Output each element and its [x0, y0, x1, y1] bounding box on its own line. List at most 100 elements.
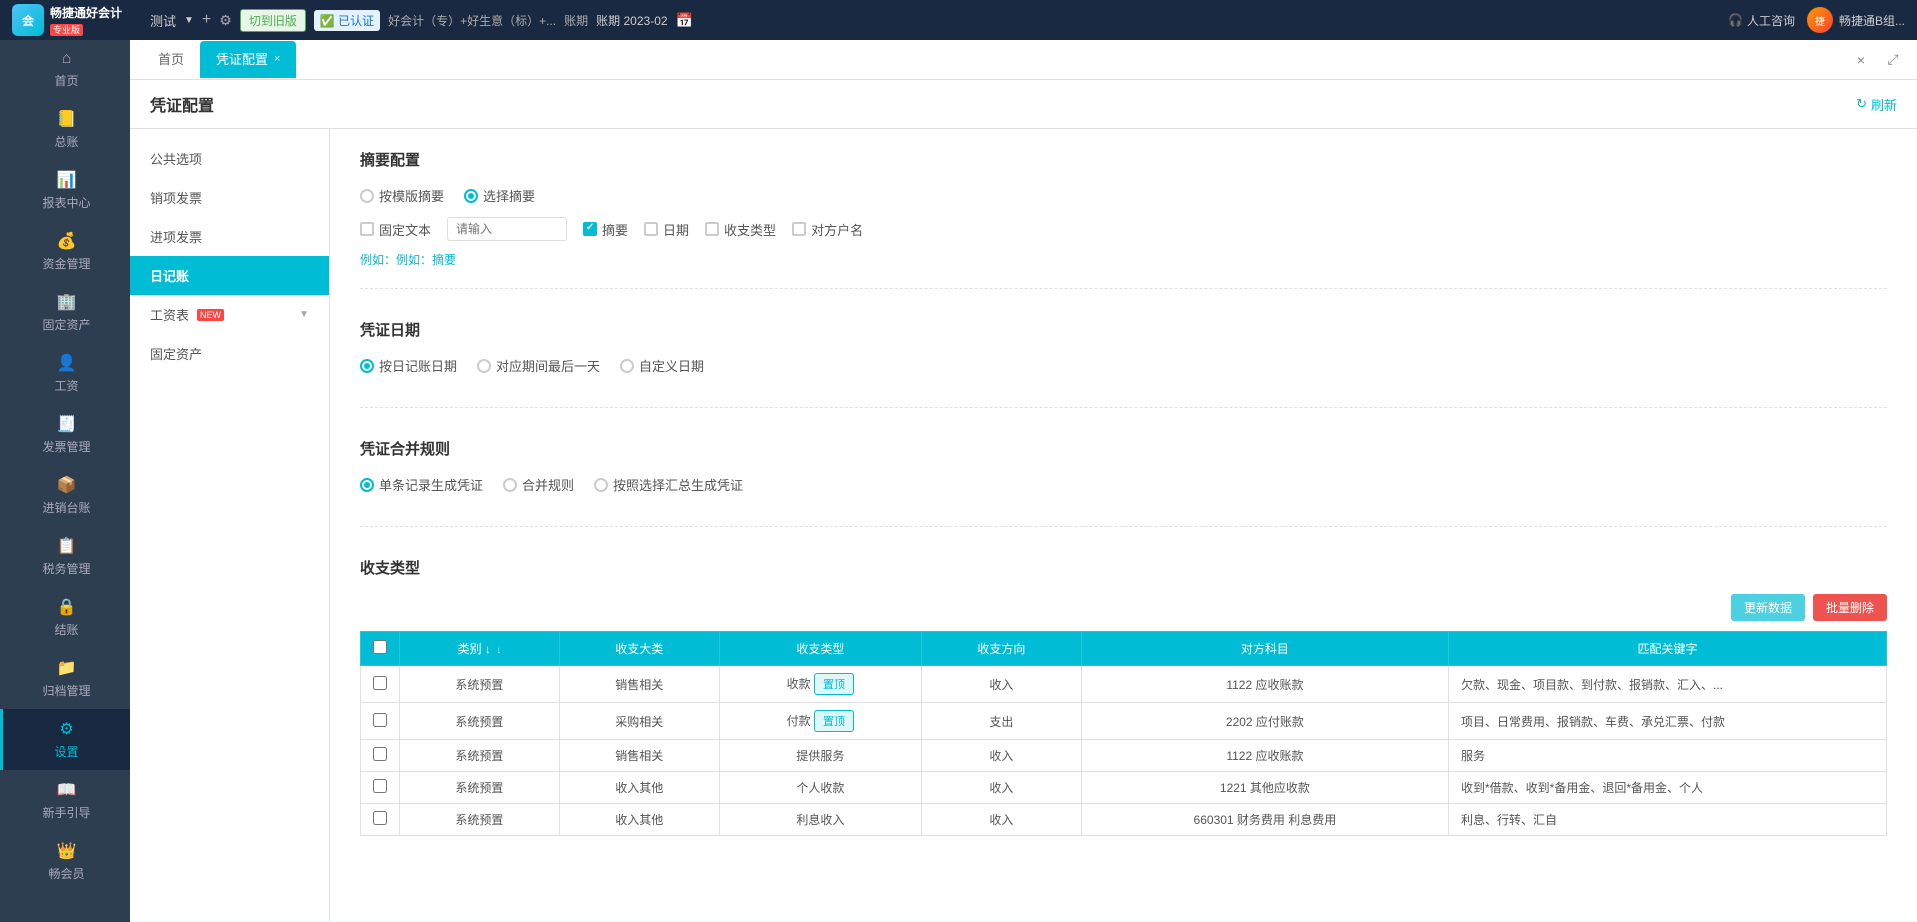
tab-home[interactable]: 首页 — [142, 41, 200, 78]
row-checkbox-0[interactable] — [373, 676, 387, 690]
sidebar-item-ledger[interactable]: 📒 总账 — [0, 99, 130, 160]
select-all-checkbox[interactable] — [373, 640, 387, 654]
sidebar-item-archive[interactable]: 📁 归档管理 — [0, 648, 130, 709]
left-nav-item-journal[interactable]: 日记账 — [130, 256, 329, 295]
col-category: 类别 ↓ ↓ — [400, 632, 560, 666]
settings-icon[interactable]: ⚙ — [219, 12, 232, 29]
merge-rule-section: 凭证合并规则 单条记录生成凭证 合并规则 — [360, 438, 1887, 527]
switch-version-button[interactable]: 切到旧版 — [240, 9, 306, 32]
sidebar-item-settings[interactable]: ⚙ 设置 — [0, 709, 130, 770]
checkbox-income-type[interactable]: 收支类型 — [705, 220, 776, 239]
refresh-icon: ↻ — [1856, 96, 1867, 112]
checkbox-date[interactable]: 日期 — [644, 220, 689, 239]
row-checkbox-4[interactable] — [373, 811, 387, 825]
cell-bigcategory-0: 销售相关 — [559, 666, 719, 703]
top-tag-1[interactable]: 置顶 — [814, 710, 854, 732]
radio-last-day-circle — [477, 359, 491, 373]
cell-keywords-3: 收到*借款、收到*备用金、退回*备用金、个人 — [1449, 772, 1887, 804]
sidebar-item-funds[interactable]: 💰 资金管理 — [0, 221, 130, 282]
settings-icon: ⚙ — [59, 719, 73, 739]
status-tag-certified: ✅ 已认证 — [314, 10, 380, 31]
left-nav-item-fixed-assets-nav[interactable]: 固定资产 — [130, 334, 329, 373]
radio-circle-template — [360, 189, 374, 203]
cell-category-3: 系统预置 — [400, 772, 560, 804]
period-label: 账期 — [564, 12, 588, 29]
sidebar-item-payroll[interactable]: 👤 工资 — [0, 343, 130, 404]
radio-summary-generate[interactable]: 按照选择汇总生成凭证 — [594, 475, 743, 494]
cell-type-0: 收款 置顶 — [719, 666, 921, 703]
sidebar-item-guide[interactable]: 📖 新手引导 — [0, 770, 130, 831]
update-data-button[interactable]: 更新数据 — [1731, 594, 1805, 621]
radio-last-day[interactable]: 对应期间最后一天 — [477, 356, 600, 375]
batch-delete-button[interactable]: 批量删除 — [1813, 594, 1887, 621]
cell-subject-3: 1221 其他应收款 — [1081, 772, 1448, 804]
left-nav-item-public[interactable]: 公共选项 — [130, 139, 329, 178]
summary-radio-group: 按模版摘要 选择摘要 — [360, 186, 1887, 205]
add-icon[interactable]: + — [202, 11, 211, 29]
ledger-icon: 📒 — [57, 109, 77, 129]
checkbox-income-type-box — [705, 222, 719, 236]
chevron-down-icon[interactable]: ▼ — [184, 15, 194, 26]
cell-bigcategory-3: 收入其他 — [559, 772, 719, 804]
cell-subject-1: 2202 应付账款 — [1081, 703, 1448, 740]
fixed-text-input[interactable] — [447, 217, 567, 241]
radio-summary-circle — [594, 478, 608, 492]
radio-template-summary[interactable]: 按模版摘要 — [360, 186, 444, 205]
sidebar-item-tax[interactable]: 📋 税务管理 — [0, 526, 130, 587]
sidebar-item-closing[interactable]: 🔒 结账 — [0, 587, 130, 648]
radio-merge-rule[interactable]: 合并规则 — [503, 475, 574, 494]
guide-icon: 📖 — [57, 780, 77, 800]
archive-icon: 📁 — [57, 658, 77, 678]
row-checkbox-1[interactable] — [373, 713, 387, 727]
radio-select-summary[interactable]: 选择摘要 — [464, 186, 535, 205]
tab-voucher-config[interactable]: 凭证配置 × — [200, 41, 296, 78]
new-badge: NEW — [197, 309, 224, 321]
radio-merge-circle — [503, 478, 517, 492]
col-subject: 对方科目 — [1081, 632, 1448, 666]
calendar-icon[interactable]: 📅 — [676, 12, 693, 29]
income-expense-section: 收支类型 更新数据 批量删除 类别 — [360, 557, 1887, 856]
user-info[interactable]: 捷 畅捷通B组... — [1807, 7, 1905, 33]
left-nav-item-payroll-table[interactable]: 工资表 NEW ▼ — [130, 295, 329, 334]
merge-rule-title: 凭证合并规则 — [360, 438, 1887, 459]
tab-close-icon[interactable]: × — [274, 53, 280, 65]
sidebar-item-fixed-assets[interactable]: 🏢 固定资产 — [0, 282, 130, 343]
cell-keywords-1: 项目、日常费用、报销款、车费、承兑汇票、付款 — [1449, 703, 1887, 740]
close-window-icon[interactable]: × — [1849, 48, 1873, 72]
page-header: 凭证配置 ↻ 刷新 — [130, 80, 1917, 129]
left-nav-item-sales-invoice[interactable]: 销项发票 — [130, 178, 329, 217]
top-tag-0[interactable]: 置顶 — [814, 673, 854, 695]
cell-category-1: 系统预置 — [400, 703, 560, 740]
expand-icon[interactable]: ⤢ — [1881, 48, 1905, 72]
cell-category-4: 系统预置 — [400, 804, 560, 836]
reports-icon: 📊 — [57, 170, 77, 190]
service-button[interactable]: 🎧 人工咨询 — [1728, 12, 1795, 29]
period-value: 账期 2023-02 — [596, 12, 667, 29]
radio-single-circle — [360, 478, 374, 492]
checkbox-fixed-text[interactable]: 固定文本 — [360, 220, 431, 239]
radio-custom-date[interactable]: 自定义日期 — [620, 356, 704, 375]
cell-type-4: 利息收入 — [719, 804, 921, 836]
checkbox-counterpart-name[interactable]: 对方户名 — [792, 220, 863, 239]
refresh-button[interactable]: ↻ 刷新 — [1856, 95, 1897, 114]
radio-journal-date[interactable]: 按日记账日期 — [360, 356, 457, 375]
merge-radio-group: 单条记录生成凭证 合并规则 按照选择汇总生成凭证 — [360, 475, 1887, 494]
radio-journal-date-circle — [360, 359, 374, 373]
cell-subject-4: 660301 财务费用 利息费用 — [1081, 804, 1448, 836]
sidebar-item-member[interactable]: 👑 畅会员 — [0, 831, 130, 892]
sidebar-item-reports[interactable]: 📊 报表中心 — [0, 160, 130, 221]
sidebar-item-invoices[interactable]: 🧾 发票管理 — [0, 404, 130, 465]
left-nav-item-purchase-invoice[interactable]: 进项发票 — [130, 217, 329, 256]
row-checkbox-3[interactable] — [373, 779, 387, 793]
checkbox-counterpart-box — [792, 222, 806, 236]
left-nav: 公共选项 销项发票 进项发票 日记账 工资表 NEW — [130, 129, 330, 921]
summary-checkbox-row: 固定文本 摘要 日期 — [360, 217, 1887, 241]
sidebar-item-home[interactable]: ⌂ 首页 — [0, 40, 130, 99]
checkbox-summary[interactable]: 摘要 — [583, 220, 628, 239]
radio-single-record[interactable]: 单条记录生成凭证 — [360, 475, 483, 494]
closing-icon: 🔒 — [57, 597, 77, 617]
logo-area: 会 畅捷通好会计 专业版 — [12, 4, 142, 36]
row-checkbox-2[interactable] — [373, 747, 387, 761]
table-row: 系统预置 销售相关 收款 置顶 收入 1122 应收账款 欠款、现金 — [361, 666, 1887, 703]
sidebar-item-purchase-sales[interactable]: 📦 进销台账 — [0, 465, 130, 526]
